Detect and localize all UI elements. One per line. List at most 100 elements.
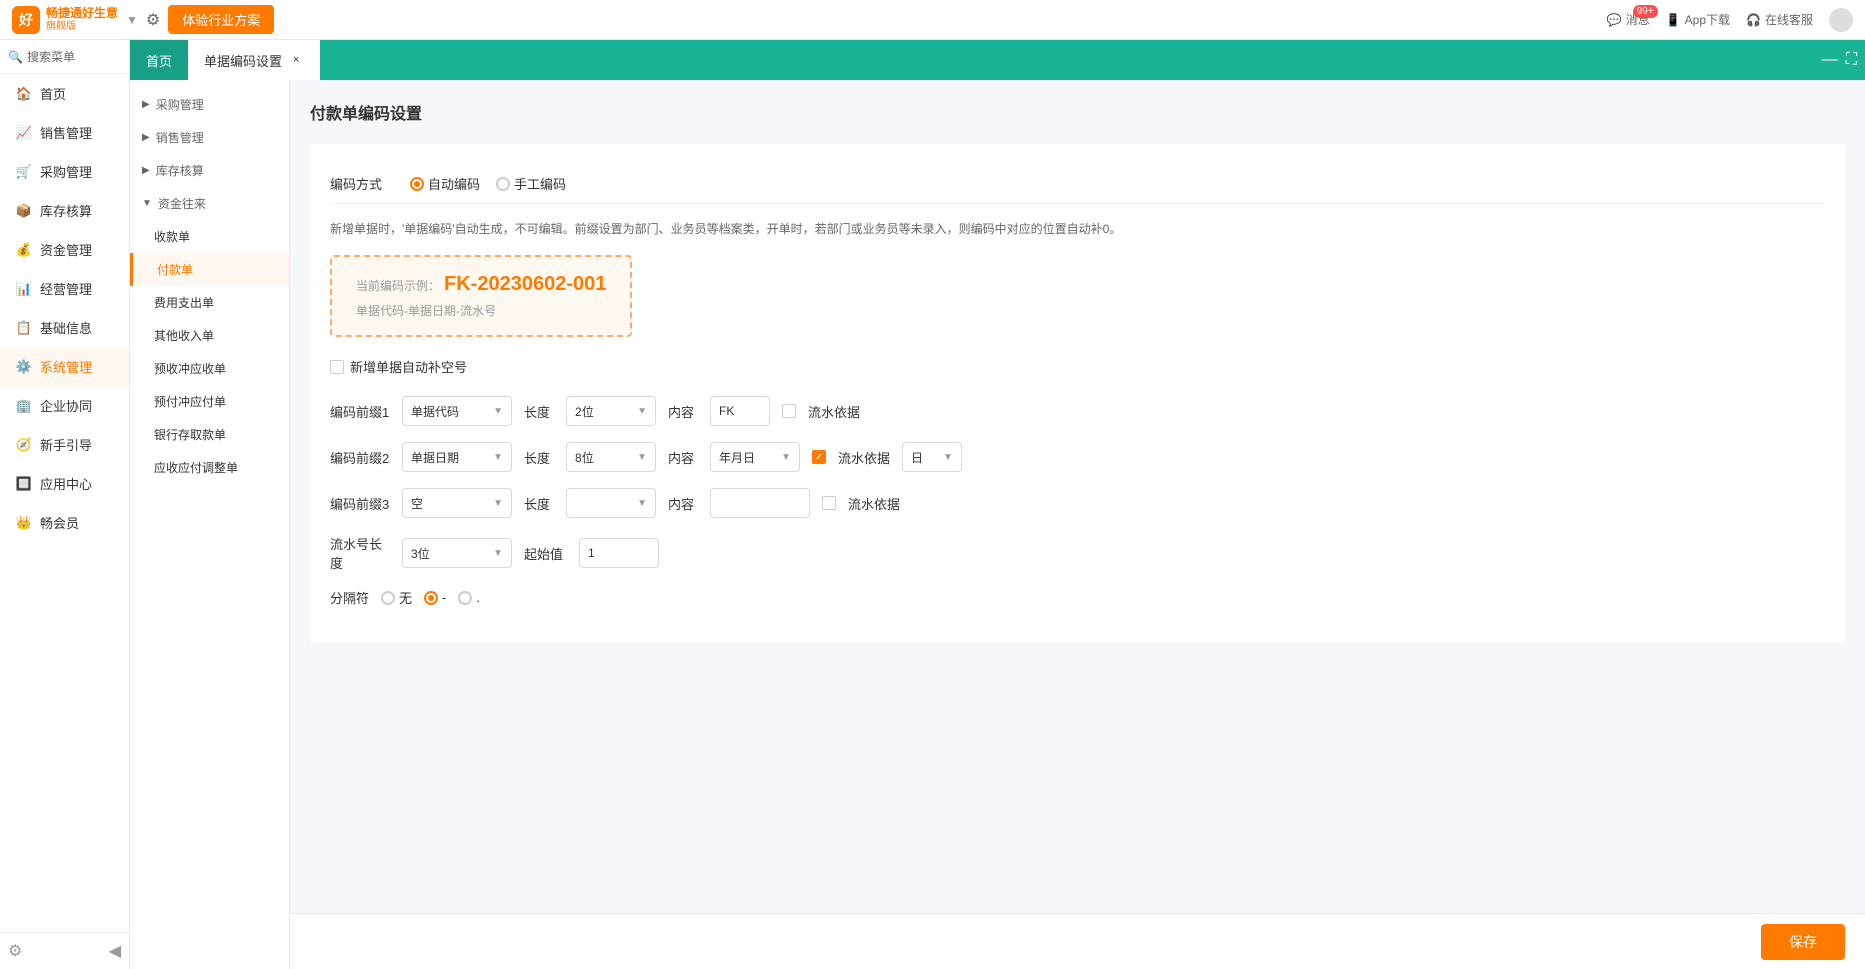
sub-menu-item-other-income[interactable]: 其他收入单 xyxy=(130,319,289,352)
sep-none-label: 无 xyxy=(399,588,412,607)
prefix3-content-input[interactable] xyxy=(710,488,810,518)
sidebar-item-guide[interactable]: 🧭 新手引导 xyxy=(0,425,129,464)
sub-menu-item-adjustment[interactable]: 应收应付调整单 xyxy=(130,451,289,484)
search-icon: 🔍 xyxy=(8,50,23,64)
prefix2-watermark-checkbox[interactable]: ✓ xyxy=(812,450,826,464)
radio-auto-code[interactable]: 自动编码 xyxy=(410,174,480,193)
sidebar-item-inventory[interactable]: 📦 库存核算 xyxy=(0,191,129,230)
sidebar-item-home[interactable]: 🏠 首页 xyxy=(0,74,129,113)
prefix1-watermark-label: 流水依据 xyxy=(808,402,860,421)
radio-manual-code[interactable]: 手工编码 xyxy=(496,174,566,193)
prefix1-content-input[interactable]: FK xyxy=(710,396,770,426)
prefix2-label: 编码前缀2 xyxy=(330,448,390,467)
sub-menu-item-advance-pay[interactable]: 预付冲应付单 xyxy=(130,385,289,418)
sep-dot-radio xyxy=(458,591,472,605)
prefix3-length-label: 长度 xyxy=(524,494,550,513)
prefix1-content-value: FK xyxy=(719,404,734,418)
prefix1-length-select[interactable]: 2位 ▼ xyxy=(566,396,656,426)
trial-button[interactable]: 体验行业方案 xyxy=(168,5,274,34)
sep-none-option[interactable]: 无 xyxy=(381,588,412,607)
prefix1-content-label: 内容 xyxy=(668,402,694,421)
sep-dot-option[interactable]: . xyxy=(458,590,480,605)
system-icon: ⚙️ xyxy=(16,359,32,375)
gear-icon[interactable]: ⚙ xyxy=(146,10,160,30)
sidebar-item-finance[interactable]: 💰 资金管理 xyxy=(0,230,129,269)
chevron-down-icon: ▼ xyxy=(781,452,791,463)
main-content: 付款单编码设置 编码方式 自动编码 xyxy=(290,80,1865,969)
prefix2-watermark-unit-select[interactable]: 日 ▼ xyxy=(902,442,962,472)
prefix3-length-select[interactable]: ▼ xyxy=(566,488,656,518)
user-avatar[interactable] xyxy=(1829,8,1853,32)
sidebar-item-basics[interactable]: 📋 基础信息 xyxy=(0,308,129,347)
sub-menu-group-inventory: ▶ 库存核算 xyxy=(130,154,289,187)
collapse-icon[interactable]: ◀ xyxy=(109,941,121,961)
service-icon: 🎧 xyxy=(1746,13,1761,27)
sidebar-item-operations[interactable]: 📊 经营管理 xyxy=(0,269,129,308)
sidebar-item-label: 畅会员 xyxy=(40,513,79,532)
sidebar-item-system[interactable]: ⚙️ 系统管理 xyxy=(0,347,129,386)
sub-menu-item-receipt[interactable]: 收款单 xyxy=(130,220,289,253)
prefix2-length-select[interactable]: 8位 ▼ xyxy=(566,442,656,472)
sidebar-item-vip[interactable]: 👑 畅会员 xyxy=(0,503,129,542)
message-icon: 💬 xyxy=(1607,13,1622,27)
prefix2-content-select[interactable]: 年月日 ▼ xyxy=(710,442,800,472)
auto-fill-checkbox[interactable] xyxy=(330,360,344,374)
tab-active[interactable]: 单据编码设置 × xyxy=(188,40,320,80)
prefix3-select[interactable]: 空 ▼ xyxy=(402,488,512,518)
sidebar-item-label: 资金管理 xyxy=(40,240,92,259)
sub-menu-item-bank[interactable]: 银行存取款单 xyxy=(130,418,289,451)
top-bar-left: 好 畅捷通好生意 旗舰版 ▼ ⚙ 体验行业方案 xyxy=(12,5,274,34)
serial-length-select[interactable]: 3位 ▼ xyxy=(402,538,512,568)
chevron-down-icon: ▼ xyxy=(493,498,503,509)
prefix1-length-value: 2位 xyxy=(575,403,594,420)
prefix1-select[interactable]: 单据代码 ▼ xyxy=(402,396,512,426)
info-text: 新增单据时，'单据编码'自动生成，不可编辑。前缀设置为部门、业务员等档案类，开单… xyxy=(330,220,1825,239)
prefix1-watermark-checkbox[interactable] xyxy=(782,404,796,418)
sidebar-item-enterprise[interactable]: 🏢 企业协同 xyxy=(0,386,129,425)
messages-item[interactable]: 💬 消息 99+ xyxy=(1607,11,1650,28)
settings-icon[interactable]: ⚙ xyxy=(8,941,22,961)
chevron-down-icon: ▼ xyxy=(493,406,503,417)
sidebar-item-sales[interactable]: 📈 销售管理 xyxy=(0,113,129,152)
radio-auto-circle xyxy=(410,177,424,191)
tab-close-icon[interactable]: × xyxy=(288,52,304,68)
prefix1-label: 编码前缀1 xyxy=(330,402,390,421)
app-download-item[interactable]: 📱 App下载 xyxy=(1666,11,1730,28)
tab-maximize-icon[interactable]: ⛶ xyxy=(1846,51,1857,69)
arrow-right-icon: ▶ xyxy=(142,165,150,176)
start-value-label: 起始值 xyxy=(524,544,563,563)
sub-menu-header-sales[interactable]: ▶ 销售管理 xyxy=(130,121,289,154)
search-label: 搜索菜单 xyxy=(27,48,75,65)
operations-icon: 📊 xyxy=(16,281,32,297)
prefix3-watermark-checkbox[interactable] xyxy=(822,496,836,510)
sub-menu-header-inventory[interactable]: ▶ 库存核算 xyxy=(130,154,289,187)
tab-bar: 首页 单据编码设置 × — ⛶ xyxy=(130,40,1865,80)
tab-bar-right: — ⛶ xyxy=(1822,51,1865,69)
start-value-input[interactable]: 1 xyxy=(579,538,659,568)
page-container: 付款单编码设置 编码方式 自动编码 xyxy=(290,80,1865,913)
radio-manual-circle xyxy=(496,177,510,191)
sep-dash-option[interactable]: - xyxy=(424,590,446,605)
sales-icon: 📈 xyxy=(16,125,32,141)
sidebar-item-apps[interactable]: 🔲 应用中心 xyxy=(0,464,129,503)
serial-length-label: 流水号长度 xyxy=(330,534,390,572)
sub-menu-header-finance[interactable]: ▼ 资金往来 xyxy=(130,187,289,220)
sub-menu-header-purchase[interactable]: ▶ 采购管理 xyxy=(130,88,289,121)
online-service-item[interactable]: 🎧 在线客服 xyxy=(1746,11,1813,28)
chevron-down-icon[interactable]: ▼ xyxy=(126,13,138,27)
chevron-down-icon: ▼ xyxy=(637,498,647,509)
sidebar-item-label: 基础信息 xyxy=(40,318,92,337)
tab-home[interactable]: 首页 xyxy=(130,40,188,80)
prefix2-select[interactable]: 单据日期 ▼ xyxy=(402,442,512,472)
sub-menu-item-advance-recv[interactable]: 预收冲应收单 xyxy=(130,352,289,385)
sidebar-item-purchase[interactable]: 🛒 采购管理 xyxy=(0,152,129,191)
tab-active-label: 单据编码设置 xyxy=(204,51,282,70)
logo-text-line2: 旗舰版 xyxy=(46,21,118,33)
sidebar-search[interactable]: 🔍 搜索菜单 xyxy=(0,40,129,74)
sub-menu-item-payment[interactable]: 付款单 xyxy=(130,253,289,286)
prefix2-length-label: 长度 xyxy=(524,448,550,467)
save-button[interactable]: 保存 xyxy=(1761,924,1845,960)
vip-icon: 👑 xyxy=(16,515,32,531)
sub-menu-item-expense[interactable]: 费用支出单 xyxy=(130,286,289,319)
tab-minimize-icon[interactable]: — xyxy=(1822,51,1838,69)
